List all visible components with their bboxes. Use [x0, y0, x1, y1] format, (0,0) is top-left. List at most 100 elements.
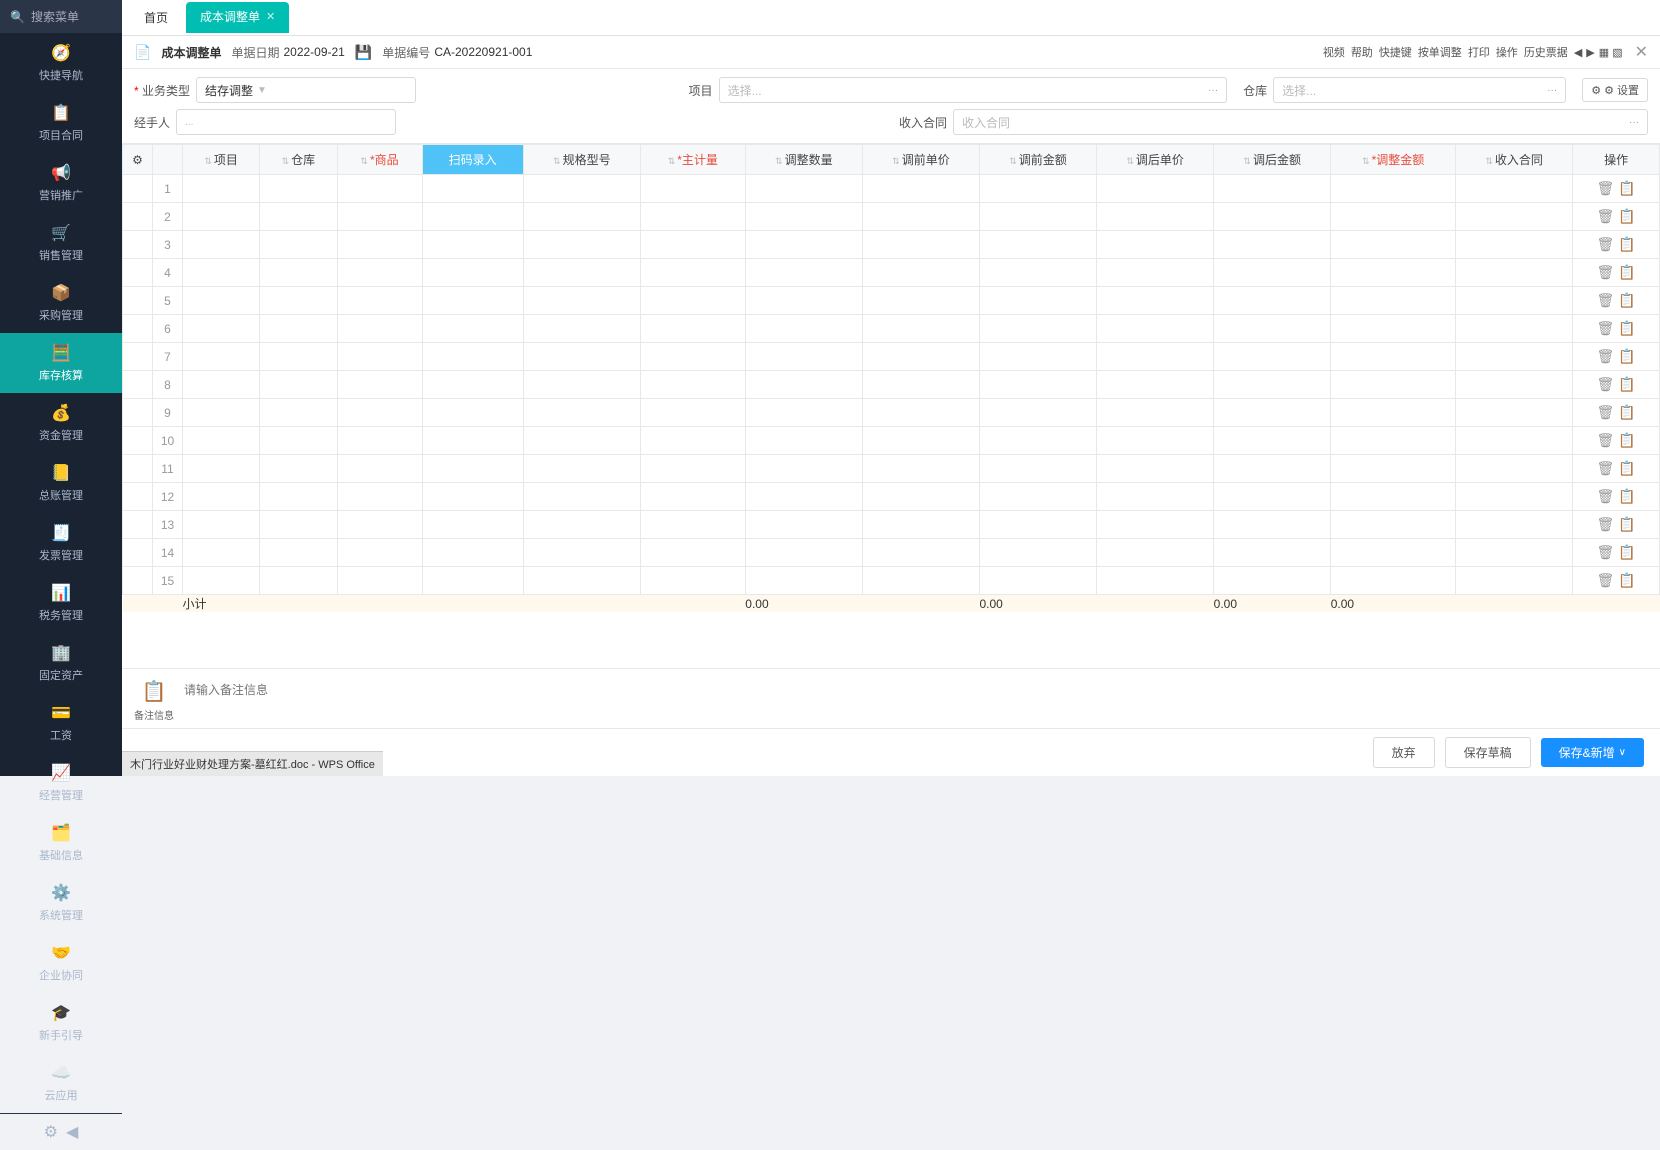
row-warehouse-cell[interactable] [260, 203, 337, 231]
row-after-amount-cell[interactable] [1214, 343, 1331, 371]
col-unit[interactable]: ⇅*主计量 [640, 145, 745, 175]
row-goods-cell[interactable] [337, 399, 422, 427]
row-copy-btn[interactable]: 📋 [1618, 376, 1635, 393]
toolbar-action-print[interactable]: 打印 [1468, 44, 1490, 60]
row-after-amount-cell[interactable] [1214, 203, 1331, 231]
row-adjust-qty-cell[interactable] [745, 259, 862, 287]
row-adjust-amount-cell[interactable] [1331, 511, 1456, 539]
col-settings[interactable]: ⚙ [123, 145, 153, 175]
row-delete-btn[interactable]: 🗑 [1596, 460, 1614, 477]
row-copy-btn[interactable]: 📋 [1618, 292, 1635, 309]
row-before-amount-cell[interactable] [979, 399, 1096, 427]
col-spec[interactable]: ⇅规格型号 [523, 145, 640, 175]
row-delete-btn[interactable]: 🗑 [1596, 404, 1614, 421]
row-adjust-amount-cell[interactable] [1331, 567, 1456, 595]
row-goods-cell[interactable] [337, 203, 422, 231]
nav-prev[interactable]: ◀ [1574, 46, 1582, 59]
row-spec-cell[interactable] [523, 427, 640, 455]
row-delete-btn[interactable]: 🗑 [1596, 488, 1614, 505]
taskbar-wps[interactable]: 木门行业好业财处理方案-墓红红.doc - WPS Office [122, 751, 383, 776]
row-before-amount-cell[interactable] [979, 259, 1096, 287]
col-goods[interactable]: ⇅*商品 [337, 145, 422, 175]
row-goods-cell[interactable] [337, 567, 422, 595]
row-after-price-cell[interactable] [1097, 203, 1214, 231]
sidebar-item-quick-nav[interactable]: 🧭 快捷导航 [0, 33, 122, 93]
row-goods-cell[interactable] [337, 259, 422, 287]
row-after-amount-cell[interactable] [1214, 315, 1331, 343]
row-goods-cell[interactable] [337, 511, 422, 539]
row-after-price-cell[interactable] [1097, 287, 1214, 315]
row-scan-cell[interactable] [422, 567, 523, 595]
sidebar-item-fixed-assets[interactable]: 🏢 固定资产 [0, 633, 122, 693]
warehouse-input[interactable]: 选择... ··· [1273, 77, 1566, 103]
row-before-price-cell[interactable] [862, 203, 979, 231]
row-warehouse-cell[interactable] [260, 427, 337, 455]
row-delete-btn[interactable]: 🗑 [1596, 208, 1614, 225]
row-spec-cell[interactable] [523, 483, 640, 511]
row-unit-cell[interactable] [640, 567, 745, 595]
row-before-amount-cell[interactable] [979, 455, 1096, 483]
row-after-amount-cell[interactable] [1214, 511, 1331, 539]
row-income-contract-cell[interactable] [1456, 315, 1573, 343]
row-scan-cell[interactable] [422, 175, 523, 203]
row-before-price-cell[interactable] [862, 231, 979, 259]
row-copy-btn[interactable]: 📋 [1618, 460, 1635, 477]
row-after-amount-cell[interactable] [1214, 399, 1331, 427]
row-adjust-amount-cell[interactable] [1331, 259, 1456, 287]
row-project-cell[interactable] [183, 175, 260, 203]
row-income-contract-cell[interactable] [1456, 259, 1573, 287]
row-delete-btn[interactable]: 🗑 [1596, 320, 1614, 337]
row-after-price-cell[interactable] [1097, 371, 1214, 399]
row-adjust-qty-cell[interactable] [745, 567, 862, 595]
row-project-cell[interactable] [183, 287, 260, 315]
row-after-price-cell[interactable] [1097, 511, 1214, 539]
save-new-button[interactable]: 保存&新增 ∨ [1541, 738, 1644, 767]
row-goods-cell[interactable] [337, 455, 422, 483]
row-after-amount-cell[interactable] [1214, 567, 1331, 595]
notes-input[interactable] [184, 675, 1648, 715]
row-warehouse-cell[interactable] [260, 399, 337, 427]
row-spec-cell[interactable] [523, 231, 640, 259]
sidebar-item-purchase[interactable]: 📦 采购管理 [0, 273, 122, 333]
row-adjust-amount-cell[interactable] [1331, 231, 1456, 259]
row-unit-cell[interactable] [640, 483, 745, 511]
row-project-cell[interactable] [183, 259, 260, 287]
row-adjust-qty-cell[interactable] [745, 343, 862, 371]
row-after-price-cell[interactable] [1097, 231, 1214, 259]
sidebar-item-cloud[interactable]: ☁️ 云应用 [0, 1053, 122, 1113]
row-goods-cell[interactable] [337, 343, 422, 371]
row-delete-btn[interactable]: 🗑 [1596, 264, 1614, 281]
close-window-button[interactable]: ✕ [1635, 42, 1648, 62]
row-after-price-cell[interactable] [1097, 455, 1214, 483]
nav-next[interactable]: ▶ [1586, 46, 1594, 59]
row-before-amount-cell[interactable] [979, 371, 1096, 399]
sidebar-item-inventory[interactable]: 🧮 库存核算 [0, 333, 122, 393]
collapse-icon[interactable]: ◀ [66, 1122, 78, 1142]
row-income-contract-cell[interactable] [1456, 287, 1573, 315]
row-spec-cell[interactable] [523, 539, 640, 567]
row-adjust-qty-cell[interactable] [745, 175, 862, 203]
row-before-price-cell[interactable] [862, 287, 979, 315]
row-copy-btn[interactable]: 📋 [1618, 488, 1635, 505]
row-after-amount-cell[interactable] [1214, 259, 1331, 287]
row-income-contract-cell[interactable] [1456, 203, 1573, 231]
row-copy-btn[interactable]: 📋 [1618, 208, 1635, 225]
row-goods-cell[interactable] [337, 483, 422, 511]
row-scan-cell[interactable] [422, 511, 523, 539]
sidebar-item-corp[interactable]: 🤝 企业协同 [0, 933, 122, 993]
row-adjust-qty-cell[interactable] [745, 399, 862, 427]
row-scan-cell[interactable] [422, 287, 523, 315]
row-adjust-amount-cell[interactable] [1331, 371, 1456, 399]
row-copy-btn[interactable]: 📋 [1618, 404, 1635, 421]
row-project-cell[interactable] [183, 231, 260, 259]
row-copy-btn[interactable]: 📋 [1618, 180, 1635, 197]
biz-type-input[interactable]: 结存调整 ▼ [196, 77, 416, 103]
row-before-price-cell[interactable] [862, 315, 979, 343]
row-delete-btn[interactable]: 🗑 [1596, 572, 1614, 589]
row-before-price-cell[interactable] [862, 371, 979, 399]
row-before-amount-cell[interactable] [979, 343, 1096, 371]
row-before-price-cell[interactable] [862, 567, 979, 595]
row-adjust-qty-cell[interactable] [745, 287, 862, 315]
row-after-price-cell[interactable] [1097, 483, 1214, 511]
row-project-cell[interactable] [183, 567, 260, 595]
